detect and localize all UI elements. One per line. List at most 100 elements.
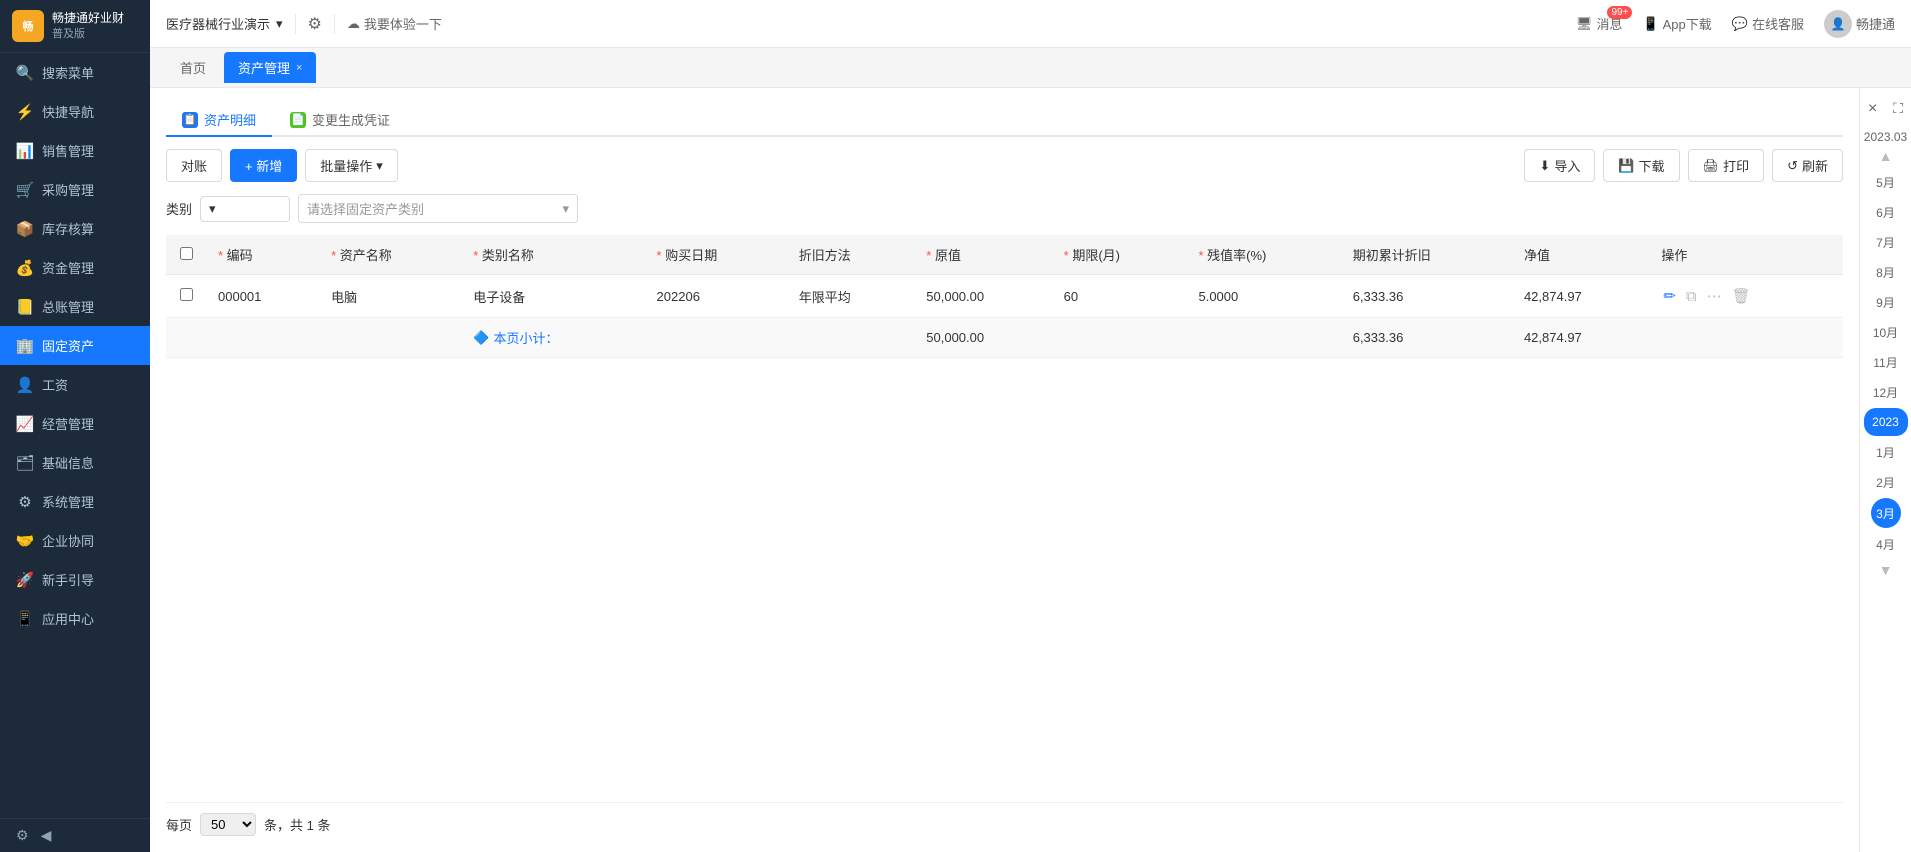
sidebar-item-ledger[interactable]: 📒 总账管理 xyxy=(0,287,150,326)
category-filter-label: 类别 xyxy=(166,199,192,218)
content-main: 📋 资产明细 📄 变更生成凭证 对账 + 新增 批量操作 ▾ xyxy=(150,88,1859,852)
inner-tab-change-voucher[interactable]: 📄 变更生成凭证 xyxy=(274,104,406,137)
company-selector[interactable]: 医疗器械行业演示 ▾ xyxy=(166,14,283,33)
service-icon: 💬 xyxy=(1732,16,1748,32)
sidebar-item-guide[interactable]: 🚀 新手引导 xyxy=(0,560,150,599)
reconcile-button[interactable]: 对账 xyxy=(166,149,222,182)
row-checkbox[interactable] xyxy=(180,288,193,301)
category-filter-input[interactable]: 请选择固定资产类别 ▾ xyxy=(298,194,578,223)
month-item-7[interactable]: 7月 xyxy=(1864,228,1908,256)
sidebar-item-quick-nav[interactable]: ⚡ 快捷导航 xyxy=(0,92,150,131)
sidebar-item-inventory[interactable]: 📦 库存核算 xyxy=(0,209,150,248)
sidebar-item-finance[interactable]: 💰 资金管理 xyxy=(0,248,150,287)
month-item-2[interactable]: 2月 xyxy=(1864,468,1908,496)
batch-ops-button[interactable]: 批量操作 ▾ xyxy=(305,149,398,182)
th-original-value: 原值 xyxy=(914,235,1051,275)
sidebar-item-fixed-assets[interactable]: 🏢 固定资产 xyxy=(0,326,150,365)
row-actions-cell: ✏ ⧉ ⋯ 🗑 xyxy=(1649,275,1843,318)
th-net-value: 净值 xyxy=(1512,235,1649,275)
month-item-8[interactable]: 8月 xyxy=(1864,258,1908,286)
sidebar-item-label: 采购管理 xyxy=(42,180,94,199)
app-title-block: 畅捷通好业财 普及版 xyxy=(52,11,124,41)
sidebar-item-label: 系统管理 xyxy=(42,492,94,511)
month-item-4[interactable]: 4月 xyxy=(1864,530,1908,558)
search-icon: 🔍 xyxy=(16,64,34,82)
topbar-divider-1 xyxy=(295,14,296,34)
sidebar-item-search[interactable]: 🔍 搜索菜单 xyxy=(0,53,150,92)
tab-asset-mgmt-label: 资产管理 xyxy=(238,58,290,77)
panel-scroll-up-icon[interactable]: ▲ xyxy=(1879,148,1893,164)
refresh-button[interactable]: ↺ 刷新 xyxy=(1772,149,1843,182)
inner-tab-asset-detail[interactable]: 📋 资产明细 xyxy=(166,104,272,137)
subtotal-actions-empty xyxy=(1649,318,1843,358)
month-item-5[interactable]: 5月 xyxy=(1864,168,1908,196)
filter-row: 类别 ▾ 请选择固定资产类别 ▾ xyxy=(166,194,1843,223)
tab-home[interactable]: 首页 xyxy=(166,52,220,83)
app-download-icon: 📱 xyxy=(1642,16,1658,32)
panel-expand-button[interactable]: ⛶ xyxy=(1889,96,1907,122)
subtotal-empty-2 xyxy=(319,318,461,358)
tab-close-icon[interactable]: × xyxy=(296,62,302,74)
message-icon: 🖥 xyxy=(1576,16,1593,32)
copy-button[interactable]: ⧉ xyxy=(1684,286,1699,307)
system-icon: ⚙ xyxy=(16,493,34,511)
year-2023-label[interactable]: 2023 xyxy=(1864,408,1908,436)
sidebar-item-system[interactable]: ⚙ 系统管理 xyxy=(0,482,150,521)
delete-button[interactable]: 🗑 xyxy=(1730,285,1753,307)
month-item-6[interactable]: 6月 xyxy=(1864,198,1908,226)
settings-footer-icon[interactable]: ⚙ xyxy=(16,827,29,844)
import-button[interactable]: ⬇ 导入 xyxy=(1524,149,1595,182)
change-voucher-tab-icon: 📄 xyxy=(290,112,306,128)
new-button[interactable]: + 新增 xyxy=(230,149,297,182)
subtotal-net-value: 42,874.97 xyxy=(1512,318,1649,358)
sidebar-item-purchase[interactable]: 🛒 采购管理 xyxy=(0,170,150,209)
sidebar-item-label: 库存核算 xyxy=(42,219,94,238)
month-item-10[interactable]: 10月 xyxy=(1864,318,1908,346)
more-button[interactable]: ⋯ xyxy=(1705,285,1724,307)
sidebar-item-label: 销售管理 xyxy=(42,141,94,160)
company-dropdown-icon: ▾ xyxy=(276,16,283,32)
sidebar-item-payroll[interactable]: 👤 工资 xyxy=(0,365,150,404)
user-menu[interactable]: 👤 畅捷通 xyxy=(1824,10,1895,38)
th-period: 期限(月) xyxy=(1052,235,1187,275)
messages-btn[interactable]: 🖥 消息 99+ xyxy=(1576,14,1623,33)
panel-close-button[interactable]: × xyxy=(1864,96,1881,122)
print-label: 打印 xyxy=(1723,156,1749,175)
panel-scroll-down-icon[interactable]: ▼ xyxy=(1879,562,1893,578)
month-item-3-active[interactable]: 3月 xyxy=(1871,498,1901,528)
inner-tab-asset-detail-label: 资产明细 xyxy=(204,110,256,129)
sidebar-item-enterprise[interactable]: 🤝 企业协同 xyxy=(0,521,150,560)
sidebar-item-sales[interactable]: 📊 销售管理 xyxy=(0,131,150,170)
edit-button[interactable]: ✏ xyxy=(1661,285,1678,307)
settings-icon[interactable]: ⚙ xyxy=(308,14,322,34)
month-item-12[interactable]: 12月 xyxy=(1864,378,1908,406)
row-period: 60 xyxy=(1052,275,1187,318)
th-name: 资产名称 xyxy=(319,235,461,275)
topbar-right: 🖥 消息 99+ 📱 App下载 💬 在线客服 👤 畅捷通 xyxy=(1576,10,1895,38)
month-item-11[interactable]: 11月 xyxy=(1864,348,1908,376)
select-all-checkbox[interactable] xyxy=(180,247,193,260)
sidebar-item-app-center[interactable]: 📱 应用中心 xyxy=(0,599,150,638)
app-name: 畅捷通好业财 xyxy=(52,11,124,27)
online-service-btn[interactable]: 💬 在线客服 xyxy=(1732,14,1804,33)
per-page-select[interactable]: 50 10 20 100 xyxy=(200,813,256,836)
tab-asset-mgmt[interactable]: 资产管理 × xyxy=(224,52,316,83)
sidebar-item-label: 企业协同 xyxy=(42,531,94,550)
sidebar-item-label: 应用中心 xyxy=(42,609,94,628)
subtotal-label: 🔷 本页小计： xyxy=(473,328,632,347)
subtotal-empty-5 xyxy=(1052,318,1187,358)
experience-btn[interactable]: ☁ 我要体验一下 xyxy=(347,14,442,33)
collapse-sidebar-icon[interactable]: ◀ xyxy=(41,827,52,844)
category-filter-select[interactable]: ▾ xyxy=(200,196,290,222)
refresh-label: 刷新 xyxy=(1802,156,1828,175)
month-item-1[interactable]: 1月 xyxy=(1864,438,1908,466)
sidebar-item-basic-info[interactable]: 🗂 基础信息 xyxy=(0,443,150,482)
download-button[interactable]: 💾 下载 xyxy=(1603,149,1679,182)
row-accumulated-depreciation: 6,333.36 xyxy=(1341,275,1512,318)
month-item-9[interactable]: 9月 xyxy=(1864,288,1908,316)
row-category: 电子设备 xyxy=(461,275,644,318)
new-label: + 新增 xyxy=(245,156,282,175)
print-button[interactable]: 🖨 打印 xyxy=(1688,149,1765,182)
sidebar-item-operations[interactable]: 📈 经营管理 xyxy=(0,404,150,443)
app-download-btn[interactable]: 📱 App下载 xyxy=(1642,14,1711,33)
